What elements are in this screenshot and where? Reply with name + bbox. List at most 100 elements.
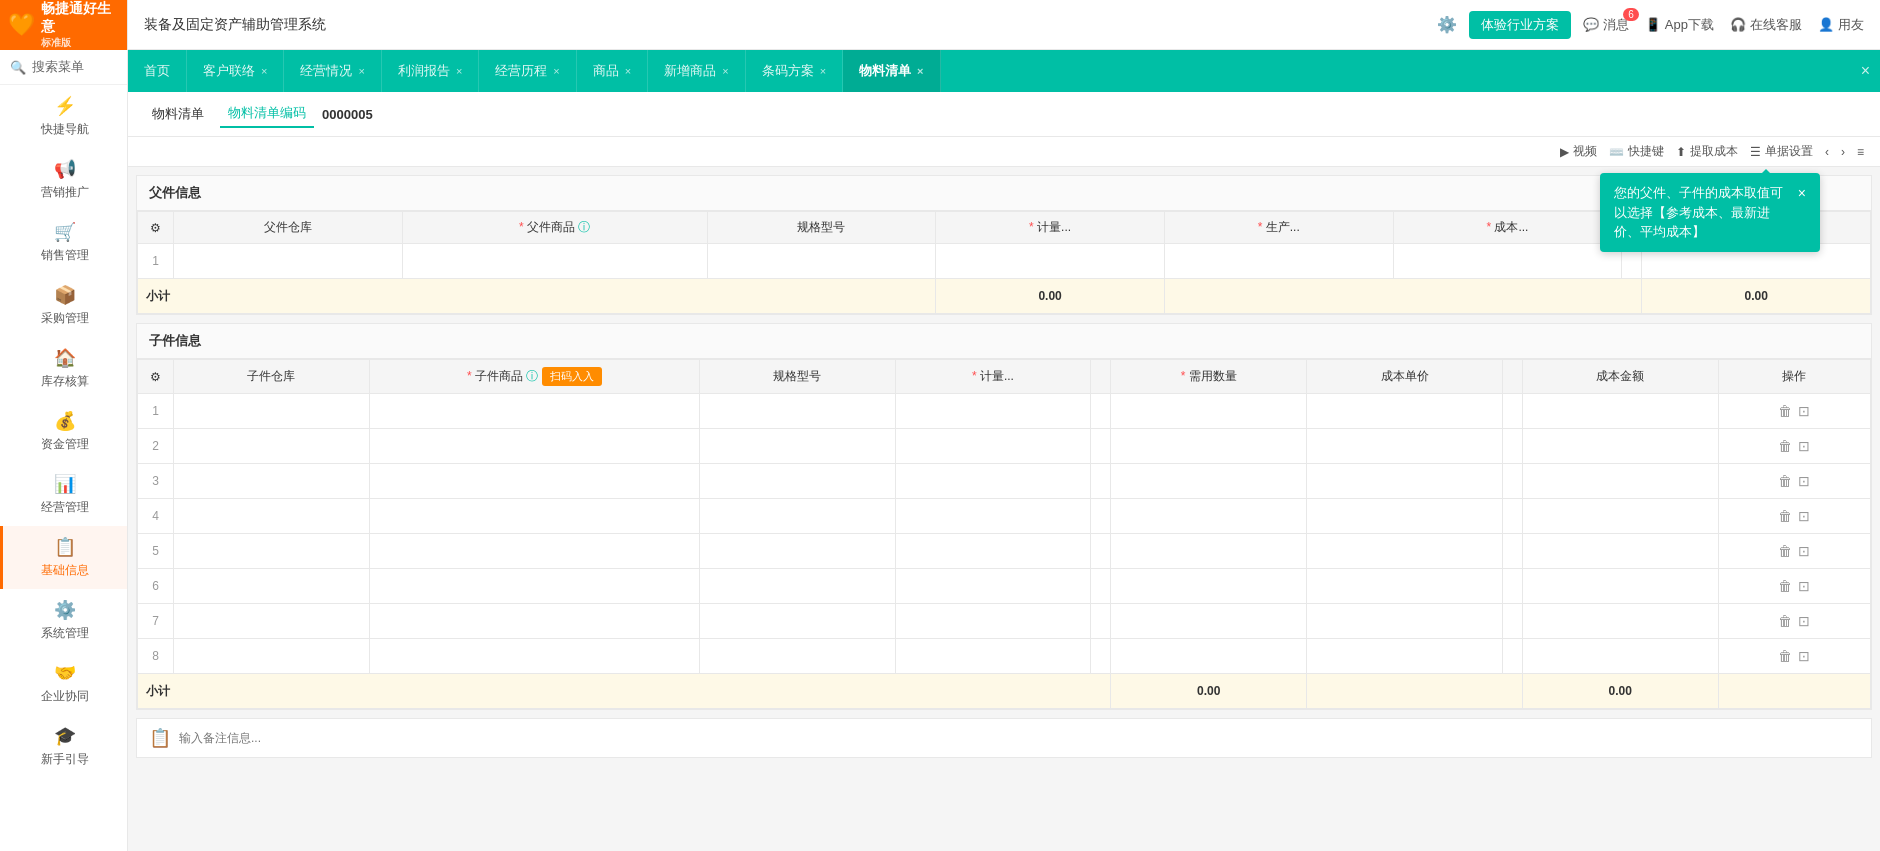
sidebar-item-inventory[interactable]: 🏠 库存核算 [0, 337, 127, 400]
delete-icon-7[interactable]: 🗑 [1778, 613, 1792, 629]
child-row4-warehouse[interactable] [174, 499, 370, 534]
sidebar-item-basics[interactable]: 📋 基础信息 [0, 526, 127, 589]
breadcrumb-tab2[interactable]: 物料清单编码 [220, 100, 314, 128]
child-row6-qty[interactable] [1111, 569, 1307, 604]
tab-home[interactable]: 首页 [128, 50, 187, 92]
tab-profit-close[interactable]: × [456, 65, 462, 77]
remarks-input[interactable] [179, 731, 1859, 745]
child-row4-unit-cost[interactable] [1307, 499, 1503, 534]
delete-icon-1[interactable]: 🗑 [1778, 403, 1792, 419]
child-row7-goods[interactable] [369, 604, 699, 639]
child-row3-unit-cost[interactable] [1307, 464, 1503, 499]
child-row3-spec[interactable] [699, 464, 895, 499]
single-setting-button[interactable]: ☰ 单据设置 [1750, 143, 1813, 160]
settings-icon[interactable]: ⚙️ [1437, 15, 1457, 34]
view-button[interactable]: ▶ 视频 [1560, 143, 1597, 160]
parent-row1-cost[interactable] [1393, 244, 1622, 279]
child-row4-goods[interactable] [369, 499, 699, 534]
child-row1-unit[interactable] [895, 394, 1091, 429]
view-toggle[interactable]: ≡ [1857, 145, 1864, 159]
child-row2-unit-cost[interactable] [1307, 429, 1503, 464]
child-row4-unit[interactable] [895, 499, 1091, 534]
parent-row1-spec[interactable] [707, 244, 936, 279]
delete-icon-5[interactable]: 🗑 [1778, 543, 1792, 559]
sidebar-item-sales[interactable]: 🛒 销售管理 [0, 211, 127, 274]
close-all-tabs[interactable]: × [1851, 62, 1880, 80]
copy-icon-8[interactable]: ⊡ [1798, 648, 1810, 664]
child-row5-unit-cost[interactable] [1307, 534, 1503, 569]
breadcrumb-tab1[interactable]: 物料清单 [144, 101, 212, 127]
child-row2-unit[interactable] [895, 429, 1091, 464]
sidebar-item-marketing[interactable]: 📢 营销推广 [0, 148, 127, 211]
child-row2-qty[interactable] [1111, 429, 1307, 464]
child-row5-spec[interactable] [699, 534, 895, 569]
child-row6-warehouse[interactable] [174, 569, 370, 604]
delete-icon-6[interactable]: 🗑 [1778, 578, 1792, 594]
sidebar-item-purchase[interactable]: 📦 采购管理 [0, 274, 127, 337]
tab-bom-close[interactable]: × [917, 65, 923, 77]
copy-icon-6[interactable]: ⊡ [1798, 578, 1810, 594]
child-row8-goods[interactable] [369, 639, 699, 674]
child-row1-spec[interactable] [699, 394, 895, 429]
app-download-item[interactable]: 📱 App下载 [1645, 16, 1714, 34]
child-row4-spec[interactable] [699, 499, 895, 534]
user-item[interactable]: 👤 用友 [1818, 16, 1864, 34]
child-row7-unit[interactable] [895, 604, 1091, 639]
child-row7-spec[interactable] [699, 604, 895, 639]
copy-icon-5[interactable]: ⊡ [1798, 543, 1810, 559]
child-goods-help[interactable]: ⓘ [526, 369, 538, 383]
child-row5-unit[interactable] [895, 534, 1091, 569]
parent-row1-goods[interactable] [402, 244, 707, 279]
tab-customers-close[interactable]: × [261, 65, 267, 77]
delete-icon-3[interactable]: 🗑 [1778, 473, 1792, 489]
child-row6-goods[interactable] [369, 569, 699, 604]
scan-button[interactable]: 扫码入入 [542, 367, 602, 386]
tab-operations[interactable]: 经营情况 × [284, 50, 381, 92]
child-row1-goods[interactable] [369, 394, 699, 429]
child-row7-warehouse[interactable] [174, 604, 370, 639]
child-row1-warehouse[interactable] [174, 394, 370, 429]
delete-icon-4[interactable]: 🗑 [1778, 508, 1792, 524]
sidebar-item-quicknav[interactable]: ⚡ 快捷导航 [0, 85, 127, 148]
tooltip-close[interactable]: × [1798, 183, 1806, 204]
parent-col-settings[interactable]: ⚙ [138, 212, 174, 244]
child-row4-qty[interactable] [1111, 499, 1307, 534]
child-row7-unit-cost[interactable] [1307, 604, 1503, 639]
message-item[interactable]: 💬 消息 6 [1583, 16, 1629, 34]
child-row5-qty[interactable] [1111, 534, 1307, 569]
sidebar-item-finance[interactable]: 💰 资金管理 [0, 400, 127, 463]
delete-icon-2[interactable]: 🗑 [1778, 438, 1792, 454]
online-service-item[interactable]: 🎧 在线客服 [1730, 16, 1802, 34]
child-row8-spec[interactable] [699, 639, 895, 674]
child-row1-qty[interactable] [1111, 394, 1307, 429]
child-row8-unit-cost[interactable] [1307, 639, 1503, 674]
child-row3-qty[interactable] [1111, 464, 1307, 499]
child-row1-unit-cost[interactable] [1307, 394, 1503, 429]
parent-row1-warehouse[interactable] [174, 244, 403, 279]
sidebar-item-system[interactable]: ⚙️ 系统管理 [0, 589, 127, 652]
child-row3-goods[interactable] [369, 464, 699, 499]
sidebar-item-operations[interactable]: 📊 经营管理 [0, 463, 127, 526]
child-row8-unit[interactable] [895, 639, 1091, 674]
child-row8-warehouse[interactable] [174, 639, 370, 674]
tab-operations-close[interactable]: × [358, 65, 364, 77]
nav-prev[interactable]: ‹ [1825, 145, 1829, 159]
parent-goods-help[interactable]: ⓘ [578, 220, 590, 234]
child-row2-warehouse[interactable] [174, 429, 370, 464]
tab-goods[interactable]: 商品 × [577, 50, 648, 92]
child-row3-warehouse[interactable] [174, 464, 370, 499]
child-row8-qty[interactable] [1111, 639, 1307, 674]
tab-barcode[interactable]: 条码方案 × [746, 50, 843, 92]
tab-history[interactable]: 经营历程 × [479, 50, 576, 92]
tab-barcode-close[interactable]: × [820, 65, 826, 77]
child-row5-goods[interactable] [369, 534, 699, 569]
copy-icon-4[interactable]: ⊡ [1798, 508, 1810, 524]
delete-icon-8[interactable]: 🗑 [1778, 648, 1792, 664]
child-row2-goods[interactable] [369, 429, 699, 464]
child-row6-spec[interactable] [699, 569, 895, 604]
child-row2-spec[interactable] [699, 429, 895, 464]
copy-icon-7[interactable]: ⊡ [1798, 613, 1810, 629]
tab-new-goods-close[interactable]: × [722, 65, 728, 77]
extract-cost-button[interactable]: ⬆ 提取成本 [1676, 143, 1738, 160]
sidebar-item-coop[interactable]: 🤝 企业协同 [0, 652, 127, 715]
